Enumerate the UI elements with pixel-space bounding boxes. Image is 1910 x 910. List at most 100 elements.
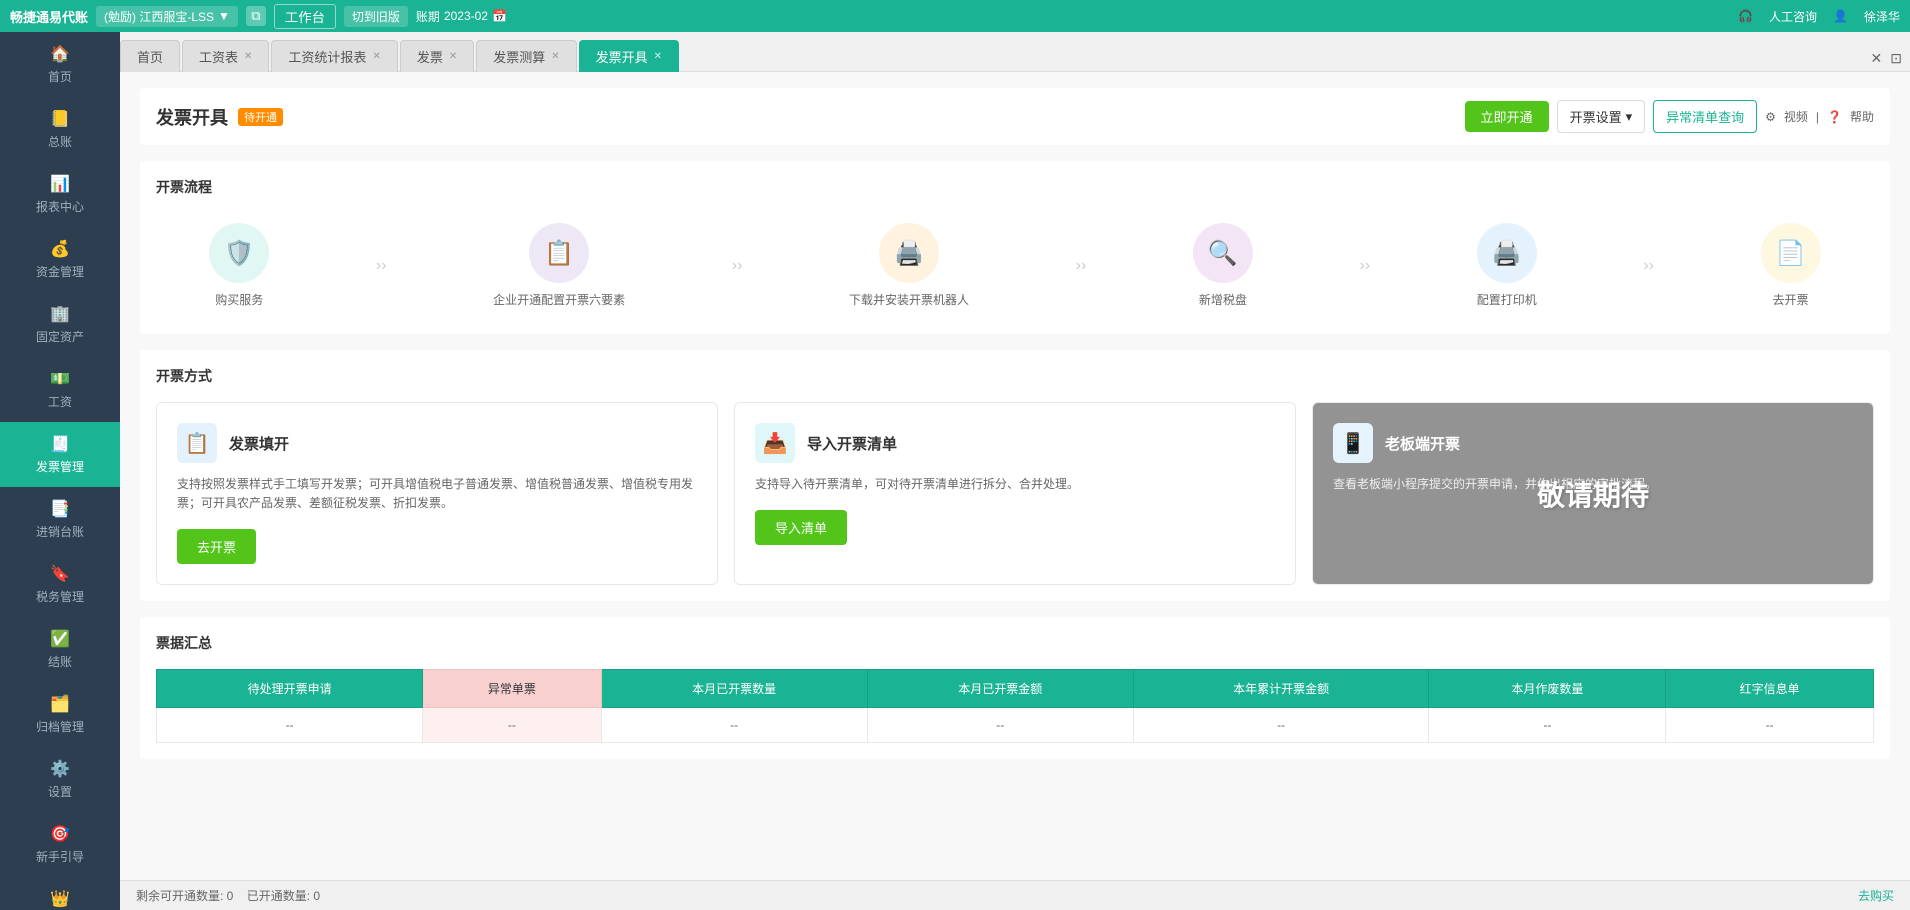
content-area: 首页工资表✕工资统计报表✕发票✕发票测算✕发票开具✕ ✕ ⊡ 发票开具 待开通 …	[120, 32, 1910, 910]
sidebar-icon-3: 💰	[50, 239, 70, 259]
summary-section: 票据汇总 待处理开票申请异常单票本月已开票数量本月已开票金额本年累计开票金额本月…	[140, 617, 1890, 759]
sidebar-item-税务管理[interactable]: 🔖 税务管理	[0, 552, 120, 617]
sidebar-item-新手引导[interactable]: 🎯新手引导	[0, 812, 120, 877]
workbench-button[interactable]: 工作台	[274, 4, 336, 29]
sidebar-item-进销台账[interactable]: 📑进销台账	[0, 487, 120, 552]
method-card-btn-0[interactable]: 去开票	[177, 529, 256, 564]
period-value: 2023-02	[444, 9, 488, 23]
top-bar: 畅捷通易代账 (勉励) 江西服宝-LSS ▼ ⧉ 工作台 切到旧版 账期 202…	[0, 0, 1910, 32]
sidebar-item-固定资产[interactable]: 🏢固定资产	[0, 292, 120, 357]
sidebar-label-11: 设置	[48, 783, 72, 800]
sidebar-label-7: 进销台账	[36, 523, 84, 540]
sidebar-icon-13: 👑	[50, 889, 70, 909]
flow-step-icon-5: 📄	[1761, 223, 1821, 283]
close-all-icon[interactable]: ✕	[1871, 50, 1883, 67]
restore-icon[interactable]: ⊡	[1890, 50, 1902, 67]
flow-step-3[interactable]: 🔍新增税盘	[1193, 223, 1253, 308]
sidebar-icon-8: 🔖	[50, 564, 70, 584]
footer-right: 去购买	[1858, 887, 1894, 904]
sidebar-icon-1: 📒	[50, 109, 70, 129]
sidebar-item-设置[interactable]: ⚙️设置	[0, 747, 120, 812]
open-settings-button[interactable]: 开票设置 ▾	[1557, 100, 1646, 133]
method-card-boss: 📱 老板端开票 查看老板端小程序提交的开票申请，并作出相应的审批流程。 敬请期待	[1312, 402, 1874, 585]
flow-steps: 🛡️购买服务››📋企业开通配置开票六要素››🖨️下载并安装开票机器人››🔍新增税…	[156, 213, 1874, 318]
copy-icon[interactable]: ⧉	[246, 6, 266, 26]
tab-工资表[interactable]: 工资表 ✕	[182, 40, 269, 72]
sidebar-item-报表中心[interactable]: 📊报表中心	[0, 162, 120, 227]
sidebar-item-工资[interactable]: 💵工资	[0, 357, 120, 422]
settings-label: 开票设置	[1570, 107, 1622, 126]
page-title: 发票开具	[156, 104, 228, 130]
settings-circle-icon: ⚙	[1765, 110, 1776, 124]
sidebar-icon-2: 📊	[50, 174, 70, 194]
tab-close-3[interactable]: ✕	[449, 51, 457, 62]
sidebar-label-4: 固定资产	[36, 328, 84, 345]
top-bar-right: 🎧 人工咨询 👤 徐泽华	[1738, 8, 1900, 25]
immediate-open-button[interactable]: 立即开通	[1465, 101, 1549, 132]
method-card-title-1: 导入开票清单	[807, 433, 897, 454]
flow-arrow-1: ››	[732, 257, 743, 275]
abnormal-query-button[interactable]: 异常清单查询	[1653, 100, 1757, 133]
summary-col-4: 本年累计开票金额	[1133, 670, 1429, 708]
sidebar-item-结账[interactable]: ✅结账	[0, 617, 120, 682]
summary-col-3: 本月已开票金额	[867, 670, 1133, 708]
sidebar-item-发票管理[interactable]: 🧾发票管理	[0, 422, 120, 487]
flow-step-label-1: 企业开通配置开票六要素	[493, 291, 625, 308]
sidebar: 🏠首页📒总账📊报表中心💰资金管理🏢固定资产💵工资🧾发票管理📑进销台账 🔖 税务管理 ✅…	[0, 32, 120, 910]
tab-close-4[interactable]: ✕	[551, 51, 559, 62]
method-section-title: 开票方式	[156, 366, 1874, 386]
coming-soon-text-2: 敬请期待	[1537, 474, 1649, 514]
method-card-title-0: 发票填开	[229, 433, 289, 454]
flow-step-1[interactable]: 📋企业开通配置开票六要素	[493, 223, 625, 308]
tab-close-1[interactable]: ✕	[244, 51, 252, 62]
summary-table: 待处理开票申请异常单票本月已开票数量本月已开票金额本年累计开票金额本月作废数量红…	[156, 669, 1874, 743]
tab-发票[interactable]: 发票✕	[400, 40, 474, 72]
flow-step-4[interactable]: 🖨️配置打印机	[1477, 223, 1537, 308]
username[interactable]: 徐泽华	[1864, 8, 1900, 25]
period-label: 账期	[416, 8, 440, 25]
sidebar-label-0: 首页	[48, 68, 72, 85]
tab-bar: 首页工资表✕工资统计报表✕发票✕发票测算✕发票开具✕ ✕ ⊡	[120, 32, 1910, 72]
flow-step-label-2: 下载并安装开票机器人	[849, 291, 969, 308]
views-label[interactable]: 视频	[1784, 108, 1808, 125]
calendar-icon[interactable]: 📅	[492, 9, 507, 23]
remaining-label: 剩余可开通数量: 0	[136, 889, 233, 903]
flow-step-2[interactable]: 🖨️ 下载并安装开票机器人	[849, 223, 969, 308]
flow-step-label-5: 去开票	[1773, 291, 1809, 308]
top-bar-left: 畅捷通易代账 (勉励) 江西服宝-LSS ▼ ⧉ 工作台 切到旧版 账期 202…	[10, 4, 507, 29]
sidebar-label-6: 发票管理	[36, 458, 84, 475]
flow-step-0[interactable]: 🛡️购买服务	[209, 223, 269, 308]
chevron-down-icon: ▾	[1626, 109, 1633, 125]
tab-首页[interactable]: 首页	[120, 40, 180, 72]
summary-cell-4: --	[1133, 708, 1429, 743]
tab-close-2[interactable]: ✕	[372, 51, 380, 62]
sidebar-item-归档管理[interactable]: 🗂️归档管理	[0, 682, 120, 747]
support-label[interactable]: 人工咨询	[1769, 8, 1817, 25]
sidebar-label-8: 税务管理	[36, 588, 84, 605]
sidebar-icon-9: ✅	[50, 629, 70, 649]
flow-step-icon-3: 🔍	[1193, 223, 1253, 283]
flow-step-5[interactable]: 📄 去开票	[1761, 223, 1821, 308]
sidebar-item-资金管理[interactable]: 💰资金管理	[0, 227, 120, 292]
page-header: 发票开具 待开通 立即开通 开票设置 ▾ 异常清单查询 ⚙ 视频 | ❓	[140, 88, 1890, 145]
tab-工资统计报表[interactable]: 工资统计报表✕	[271, 40, 397, 72]
sidebar-item-总账[interactable]: 📒总账	[0, 97, 120, 162]
tab-label-5: 发票开具	[596, 47, 648, 66]
flow-step-icon-2: 🖨️	[879, 223, 939, 283]
sidebar-item-畅会员[interactable]: 👑畅会员	[0, 877, 120, 910]
company-selector[interactable]: (勉励) 江西服宝-LSS ▼	[96, 6, 238, 27]
switch-old-button[interactable]: 切到旧版	[344, 6, 408, 27]
help-area: ⚙ 视频 | ❓ 帮助	[1765, 108, 1874, 125]
tab-发票测算[interactable]: 发票测算✕	[476, 40, 576, 72]
sidebar-item-首页[interactable]: 🏠首页	[0, 32, 120, 97]
method-section: 开票方式 📋 发票填开 支持按照发票样式手工填写开发票；可开具增值税电子普通发票…	[140, 350, 1890, 601]
tab-label-1: 工资表	[199, 47, 238, 66]
help-label[interactable]: 帮助	[1850, 108, 1874, 125]
top-bar-actions: 🎧 人工咨询 👤 徐泽华	[1738, 8, 1900, 25]
method-card-btn-1[interactable]: 导入清单	[755, 510, 847, 545]
buy-link[interactable]: 去购买	[1858, 889, 1894, 903]
tab-发票开具[interactable]: 发票开具 ✕	[579, 40, 679, 72]
method-card-desc-0: 支持按照发票样式手工填写开发票；可开具增值税电子普通发票、增值税普通发票、增值税…	[177, 475, 697, 513]
flow-step-label-4: 配置打印机	[1477, 291, 1537, 308]
tab-close-5[interactable]: ✕	[654, 51, 662, 62]
